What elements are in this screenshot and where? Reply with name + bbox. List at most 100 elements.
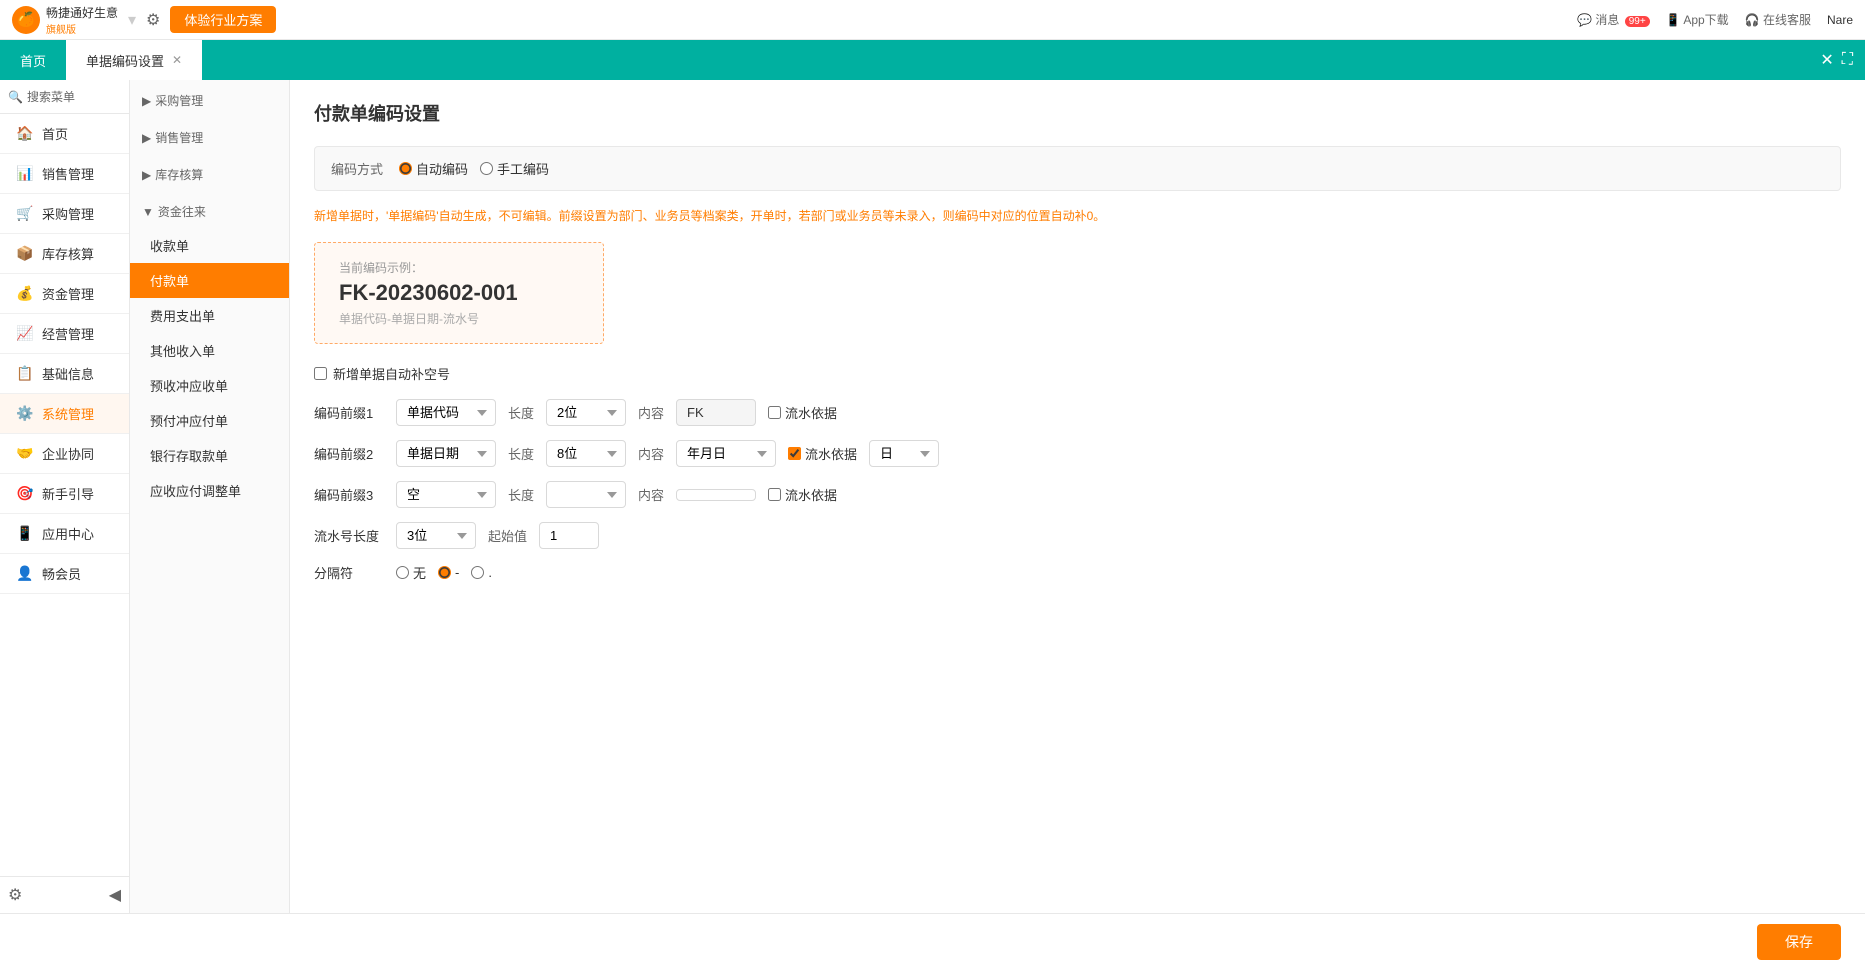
prefix2-content-label: 内容 xyxy=(638,444,664,463)
serial-length-select[interactable]: 3位 xyxy=(396,522,476,549)
logo-text: 畅捷通好生意 旗舰版 xyxy=(46,4,118,36)
messages-icon-wrapper[interactable]: 💬 消息 99+ xyxy=(1577,11,1650,28)
experience-btn[interactable]: 体验行业方案 xyxy=(170,6,276,33)
prefix2-select[interactable]: 单据日期 xyxy=(396,440,496,467)
prefix1-serial-checkbox-wrapper[interactable]: 流水依据 xyxy=(768,403,837,422)
inventory-icon: 📦 xyxy=(16,245,34,263)
save-button[interactable]: 保存 xyxy=(1757,924,1841,960)
prefix3-content-value xyxy=(676,489,756,501)
radio-manual-encoding[interactable]: 手工编码 xyxy=(480,159,549,178)
chevron-right-icon3: ▶ xyxy=(142,168,151,182)
prefix2-serial-checkbox-wrapper[interactable]: 流水依据 xyxy=(788,444,857,463)
sidebar-item-inventory[interactable]: 📦 库存核算 xyxy=(0,234,129,274)
radio-auto-encoding[interactable]: 自动编码 xyxy=(399,159,468,178)
sidebar-item-basic[interactable]: 📋 基础信息 xyxy=(0,354,129,394)
sub-item-prepaid-receivable[interactable]: 预收冲应收单 xyxy=(130,368,289,403)
sidebar-item-member[interactable]: 👤 畅会员 xyxy=(0,554,129,594)
settings-gear-icon[interactable]: ⚙ xyxy=(146,10,160,30)
encoding-method-radio-group: 自动编码 手工编码 xyxy=(399,159,549,178)
preview-code: FK-20230602-001 xyxy=(339,280,579,306)
tab-encoding[interactable]: 单据编码设置 ✕ xyxy=(66,40,202,80)
sub-group-purchase: ▶ 采购管理 xyxy=(130,84,289,117)
nav-tab-icons: ✕ ⛶ xyxy=(1820,50,1865,70)
operation-icon: 📈 xyxy=(16,325,34,343)
sidebar-item-appcenter[interactable]: 📱 应用中心 xyxy=(0,514,129,554)
sub-group-inventory-header[interactable]: ▶ 库存核算 xyxy=(130,158,289,191)
sidebar-collapse-icon[interactable]: ◀ xyxy=(109,885,121,905)
sidebar-item-system[interactable]: ⚙️ 系统管理 xyxy=(0,394,129,434)
main-layout: 🔍 搜索菜单 🏠 首页 📊 销售管理 🛒 采购管理 📦 库存核算 💰 资金管理 … xyxy=(0,80,1865,913)
preview-card: 当前编码示例： FK-20230602-001 单据代码-单据日期-流水号 xyxy=(314,242,604,344)
prefix1-select[interactable]: 单据代码 xyxy=(396,399,496,426)
prefix3-serial-checkbox[interactable] xyxy=(768,488,781,501)
system-icon: ⚙️ xyxy=(16,405,34,423)
separator-dash[interactable]: - xyxy=(438,565,459,580)
prefix-row-1: 编码前缀1 单据代码 长度 2位 内容 FK 流水依据 xyxy=(314,399,1841,426)
sidebar-item-purchase[interactable]: 🛒 采购管理 xyxy=(0,194,129,234)
nav-minimize-icon[interactable]: ✕ xyxy=(1820,50,1833,70)
sub-item-receivable-adjust[interactable]: 应收应付调整单 xyxy=(130,473,289,508)
prefix2-label: 编码前缀2 xyxy=(314,444,384,463)
prefix2-serial-checkbox[interactable] xyxy=(788,447,801,460)
dropdown-arrow[interactable]: ▾ xyxy=(128,10,136,30)
bottom-bar: 保存 xyxy=(0,913,1865,969)
sidebar-item-home[interactable]: 🏠 首页 xyxy=(0,114,129,154)
prefix3-serial-checkbox-wrapper[interactable]: 流水依据 xyxy=(768,485,837,504)
prefix1-length-label: 长度 xyxy=(508,403,534,422)
search-icon: 🔍 xyxy=(8,90,23,104)
purchase-icon: 🛒 xyxy=(16,205,34,223)
prefix2-serial-unit-select[interactable]: 日 xyxy=(869,440,939,467)
prefix2-content-select[interactable]: 年月日 xyxy=(676,440,776,467)
sub-group-purchase-header[interactable]: ▶ 采购管理 xyxy=(130,84,289,117)
sidebar-search[interactable]: 🔍 搜索菜单 xyxy=(0,80,129,114)
sidebar-settings-icon[interactable]: ⚙ xyxy=(8,885,22,905)
prefix2-length-select[interactable]: 8位 xyxy=(546,440,626,467)
prefix3-select[interactable]: 空 xyxy=(396,481,496,508)
top-bar: 🍊 畅捷通好生意 旗舰版 ▾ ⚙ 体验行业方案 💬 消息 99+ 📱 App下载… xyxy=(0,0,1865,40)
sidebar-item-finance[interactable]: 💰 资金管理 xyxy=(0,274,129,314)
sub-item-prepaid-payable[interactable]: 预付冲应付单 xyxy=(130,403,289,438)
member-icon: 👤 xyxy=(16,565,34,583)
prefix-row-2: 编码前缀2 单据日期 长度 8位 内容 年月日 流水依据 日 xyxy=(314,440,1841,467)
sidebar-item-operation[interactable]: 📈 经营管理 xyxy=(0,314,129,354)
sub-item-receipt[interactable]: 收款单 xyxy=(130,228,289,263)
finance-icon: 💰 xyxy=(16,285,34,303)
online-service[interactable]: 🎧 在线客服 xyxy=(1745,11,1811,28)
separator-dot[interactable]: . xyxy=(471,565,492,580)
page-title: 付款单编码设置 xyxy=(314,100,1841,126)
sub-item-expense[interactable]: 费用支出单 xyxy=(130,298,289,333)
prefix3-length-select[interactable] xyxy=(546,481,626,508)
tab-encoding-close[interactable]: ✕ xyxy=(172,53,182,67)
sub-group-sales-header[interactable]: ▶ 销售管理 xyxy=(130,121,289,154)
prefix1-label: 编码前缀1 xyxy=(314,403,384,422)
sub-item-payment[interactable]: 付款单 xyxy=(130,263,289,298)
encoding-method-label: 编码方式 xyxy=(331,159,383,178)
sub-group-capital-header[interactable]: ▼ 资金往来 xyxy=(130,195,289,228)
sub-item-other-income[interactable]: 其他收入单 xyxy=(130,333,289,368)
prefix1-content-value: FK xyxy=(676,399,756,426)
home-icon: 🏠 xyxy=(16,125,34,143)
sidebar-item-enterprise[interactable]: 🤝 企业协同 xyxy=(0,434,129,474)
auto-fill-checkbox-row: 新增单据自动补空号 xyxy=(314,364,1841,383)
prefix1-length-select[interactable]: 2位 xyxy=(546,399,626,426)
tab-home[interactable]: 首页 xyxy=(0,40,66,80)
prefix1-serial-checkbox[interactable] xyxy=(768,406,781,419)
separator-none[interactable]: 无 xyxy=(396,563,426,582)
basic-icon: 📋 xyxy=(16,365,34,383)
separator-label: 分隔符 xyxy=(314,563,384,582)
sales-icon: 📊 xyxy=(16,165,34,183)
sidebar-item-guide[interactable]: 🎯 新手引导 xyxy=(0,474,129,514)
chevron-right-icon: ▶ xyxy=(142,94,151,108)
auto-fill-checkbox[interactable] xyxy=(314,367,327,380)
nav-maximize-icon[interactable]: ⛶ xyxy=(1842,51,1853,69)
logo-icon: 🍊 xyxy=(12,6,40,34)
app-logo: 🍊 畅捷通好生意 旗舰版 xyxy=(12,4,118,36)
app-download[interactable]: 📱 App下载 xyxy=(1666,11,1729,28)
start-value-input[interactable] xyxy=(539,522,599,549)
separator-options: 无 - . xyxy=(396,563,492,582)
sub-group-inventory: ▶ 库存核算 xyxy=(130,158,289,191)
sidebar: 🔍 搜索菜单 🏠 首页 📊 销售管理 🛒 采购管理 📦 库存核算 💰 资金管理 … xyxy=(0,80,130,913)
sidebar-item-sales[interactable]: 📊 销售管理 xyxy=(0,154,129,194)
username-display[interactable]: Nare xyxy=(1827,13,1853,27)
sub-item-bank-deposit[interactable]: 银行存取款单 xyxy=(130,438,289,473)
